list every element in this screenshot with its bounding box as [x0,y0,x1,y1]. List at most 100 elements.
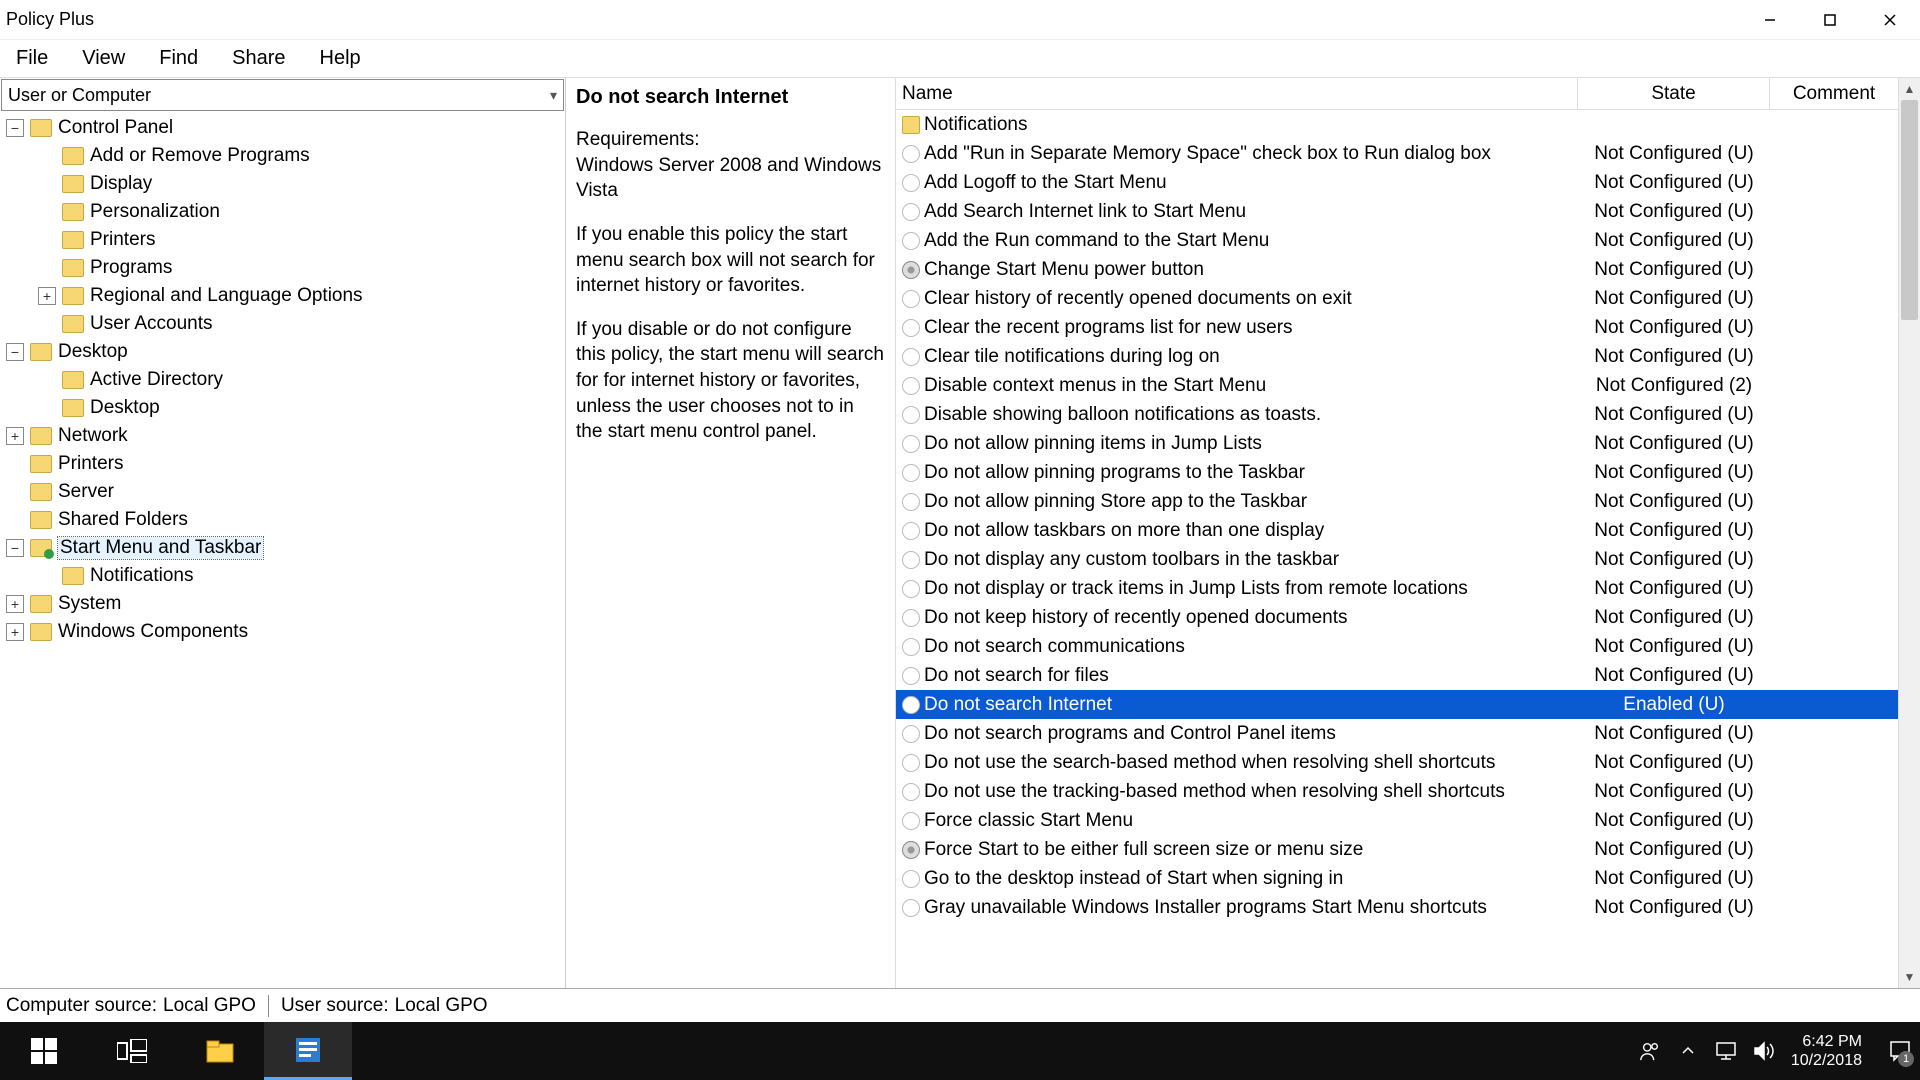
action-center-icon[interactable]: 1 [1884,1031,1916,1071]
user-source-value: Local GPO [395,995,488,1017]
menu-view[interactable]: View [82,47,125,70]
list-row[interactable]: Do not search InternetEnabled (U) [896,690,1898,719]
vertical-scrollbar[interactable]: ▲ ▼ [1898,78,1920,988]
list-row[interactable]: Do not allow taskbars on more than one d… [896,516,1898,545]
list-row[interactable]: Disable context menus in the Start MenuN… [896,371,1898,400]
scroll-thumb[interactable] [1901,100,1918,320]
policy-icon [902,783,920,801]
close-button[interactable] [1860,0,1920,40]
row-state: Not Configured (U) [1578,317,1770,339]
row-name: Force Start to be either full screen siz… [924,839,1578,861]
list-row[interactable]: Do not display or track items in Jump Li… [896,574,1898,603]
tree-item[interactable]: Shared Folders [0,506,565,534]
folder-icon [30,623,52,641]
tree-item[interactable]: Programs [0,254,565,282]
tree-item[interactable]: +Network [0,422,565,450]
list-row[interactable]: Clear history of recently opened documen… [896,284,1898,313]
list-row[interactable]: Do not use the search-based method when … [896,748,1898,777]
column-name[interactable]: Name [896,78,1578,109]
tree-item[interactable]: Desktop [0,394,565,422]
expand-icon[interactable]: + [6,427,24,445]
column-comment[interactable]: Comment [1770,78,1898,109]
tree-item[interactable]: Notifications [0,562,565,590]
scroll-track[interactable] [1899,100,1920,966]
list-row[interactable]: Add Logoff to the Start MenuNot Configur… [896,168,1898,197]
folder-icon [30,343,52,361]
scroll-down-arrow-icon[interactable]: ▼ [1899,966,1920,988]
row-state: Not Configured (U) [1578,230,1770,252]
list-row[interactable]: Do not keep history of recently opened d… [896,603,1898,632]
expand-spacer [6,455,24,473]
list-row[interactable]: Disable showing balloon notifications as… [896,400,1898,429]
tree-item[interactable]: User Accounts [0,310,565,338]
list-row[interactable]: Force Start to be either full screen siz… [896,835,1898,864]
collapse-icon[interactable]: − [6,343,24,361]
task-view-button[interactable] [88,1022,176,1080]
file-explorer-taskbar-icon[interactable] [176,1022,264,1080]
tree-label: Personalization [90,201,220,223]
row-state: Not Configured (U) [1578,868,1770,890]
list-row[interactable]: Change Start Menu power buttonNot Config… [896,255,1898,284]
list-row[interactable]: Force classic Start MenuNot Configured (… [896,806,1898,835]
expand-icon[interactable]: + [6,595,24,613]
scroll-up-arrow-icon[interactable]: ▲ [1899,78,1920,100]
tree-item[interactable]: Personalization [0,198,565,226]
menu-share[interactable]: Share [232,47,285,70]
menu-help[interactable]: Help [320,47,361,70]
list-row[interactable]: Go to the desktop instead of Start when … [896,864,1898,893]
network-icon[interactable] [1715,1040,1737,1062]
list-row[interactable]: Do not allow pinning Store app to the Ta… [896,487,1898,516]
policy-icon [902,406,920,424]
list-row[interactable]: Do not use the tracking-based method whe… [896,777,1898,806]
list-row[interactable]: Add the Run command to the Start MenuNot… [896,226,1898,255]
taskbar-clock[interactable]: 6:42 PM 10/2/2018 [1791,1032,1868,1070]
tree-item[interactable]: +Regional and Language Options [0,282,565,310]
collapse-icon[interactable]: − [6,539,24,557]
list-row[interactable]: Do not search for filesNot Configured (U… [896,661,1898,690]
expand-icon[interactable]: + [38,287,56,305]
list-row[interactable]: Notifications [896,110,1898,139]
policy-plus-taskbar-icon[interactable] [264,1022,352,1080]
expand-icon[interactable]: + [6,623,24,641]
folder-icon [30,483,52,501]
tray-chevron-up-icon[interactable] [1677,1040,1699,1062]
tree-item[interactable]: Active Directory [0,366,565,394]
tree-item[interactable]: −Desktop [0,338,565,366]
list-row[interactable]: Do not allow pinning programs to the Tas… [896,458,1898,487]
list-body[interactable]: NotificationsAdd "Run in Separate Memory… [896,110,1898,988]
tree-item[interactable]: Server [0,478,565,506]
tree-item[interactable]: Printers [0,450,565,478]
tree-item[interactable]: Printers [0,226,565,254]
list-row[interactable]: Do not search communicationsNot Configur… [896,632,1898,661]
list-row[interactable]: Gray unavailable Windows Installer progr… [896,893,1898,922]
row-name: Disable showing balloon notifications as… [924,404,1578,426]
minimize-button[interactable] [1740,0,1800,40]
people-icon[interactable] [1639,1040,1661,1062]
tree-item[interactable]: +Windows Components [0,618,565,646]
scope-dropdown[interactable]: User or Computer ▾ [1,79,564,111]
volume-icon[interactable] [1753,1040,1775,1062]
tree-item[interactable]: −Control Panel [0,114,565,142]
list-row[interactable]: Clear the recent programs list for new u… [896,313,1898,342]
list-row[interactable]: Add Search Internet link to Start MenuNo… [896,197,1898,226]
collapse-icon[interactable]: − [6,119,24,137]
policy-tree[interactable]: −Control PanelAdd or Remove ProgramsDisp… [0,112,565,988]
maximize-button[interactable] [1800,0,1860,40]
list-row[interactable]: Do not allow pinning items in Jump Lists… [896,429,1898,458]
row-name: Do not use the search-based method when … [924,752,1578,774]
menu-find[interactable]: Find [159,47,198,70]
menu-file[interactable]: File [16,47,48,70]
column-state[interactable]: State [1578,78,1770,109]
tree-item[interactable]: Display [0,170,565,198]
clock-date: 10/2/2018 [1791,1051,1862,1070]
tree-item[interactable]: Add or Remove Programs [0,142,565,170]
list-row[interactable]: Add "Run in Separate Memory Space" check… [896,139,1898,168]
tree-item[interactable]: +System [0,590,565,618]
policy-icon [902,667,920,685]
tree-item[interactable]: −Start Menu and Taskbar [0,534,565,562]
expand-spacer [38,147,56,165]
list-row[interactable]: Clear tile notifications during log onNo… [896,342,1898,371]
list-row[interactable]: Do not search programs and Control Panel… [896,719,1898,748]
list-row[interactable]: Do not display any custom toolbars in th… [896,545,1898,574]
start-button[interactable] [0,1022,88,1080]
